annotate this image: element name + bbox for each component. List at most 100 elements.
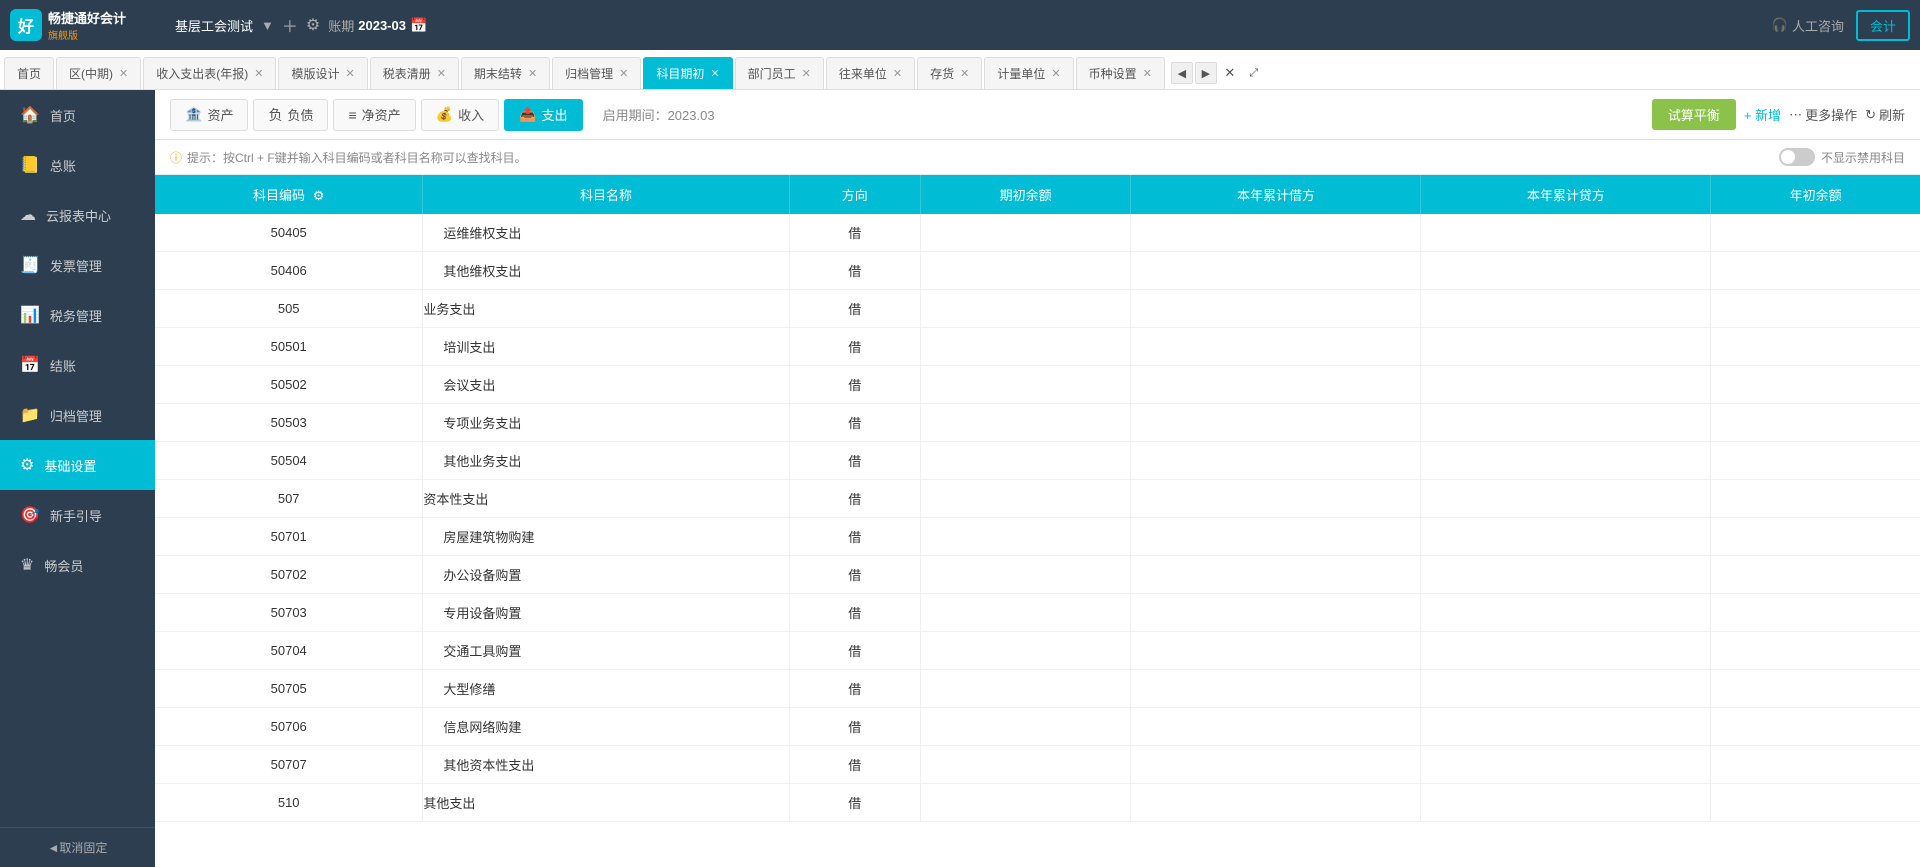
table-row[interactable]: 50503 专项业务支出 借 [155, 404, 1920, 442]
cell-ytd-debit[interactable] [1131, 214, 1421, 252]
cell-ytd-credit[interactable] [1421, 556, 1711, 594]
cell-opening[interactable] [920, 594, 1131, 632]
cell-ytd-debit[interactable] [1131, 290, 1421, 328]
table-row[interactable]: 50501 培训支出 借 [155, 328, 1920, 366]
tab-close-income-report[interactable]: ✕ [254, 67, 263, 80]
table-row[interactable]: 50705 大型修缮 借 [155, 670, 1920, 708]
cell-opening[interactable] [920, 708, 1131, 746]
tab-close-all-button[interactable]: ✕ [1219, 62, 1241, 84]
tab-template[interactable]: 模版设计 ✕ [278, 57, 367, 89]
table-row[interactable]: 50706 信息网络购建 借 [155, 708, 1920, 746]
cell-ytd-credit[interactable] [1421, 442, 1711, 480]
cell-year-begin[interactable] [1711, 670, 1920, 708]
tab-close-tax-clear[interactable]: ✕ [437, 67, 446, 80]
cell-opening[interactable] [920, 214, 1131, 252]
sub-tab-income[interactable]: 💰 收入 [421, 99, 499, 131]
tab-counterpart[interactable]: 往来单位 ✕ [826, 57, 915, 89]
tab-income-report[interactable]: 收入支出表(年报) ✕ [143, 57, 276, 89]
tab-expand-button[interactable]: ⤢ [1243, 62, 1265, 84]
cell-ytd-credit[interactable] [1421, 594, 1711, 632]
cell-ytd-debit[interactable] [1131, 252, 1421, 290]
cell-ytd-debit[interactable] [1131, 404, 1421, 442]
cell-ytd-credit[interactable] [1421, 252, 1711, 290]
cell-opening[interactable] [920, 404, 1131, 442]
cell-ytd-credit[interactable] [1421, 214, 1711, 252]
cell-opening[interactable] [920, 442, 1131, 480]
tab-close-dept-emp[interactable]: ✕ [802, 67, 811, 80]
table-row[interactable]: 50701 房屋建筑物购建 借 [155, 518, 1920, 556]
cell-year-begin[interactable] [1711, 480, 1920, 518]
tab-prev-button[interactable]: ◀ [1171, 62, 1193, 84]
cell-opening[interactable] [920, 784, 1131, 822]
cell-ytd-debit[interactable] [1131, 632, 1421, 670]
cell-ytd-debit[interactable] [1131, 670, 1421, 708]
cell-ytd-debit[interactable] [1131, 328, 1421, 366]
table-row[interactable]: 50707 其他资本性支出 借 [155, 746, 1920, 784]
tab-period-end[interactable]: 期末结转 ✕ [461, 57, 550, 89]
cell-opening[interactable] [920, 746, 1131, 784]
table-row[interactable]: 507 资本性支出 借 [155, 480, 1920, 518]
sidebar-item-invoice[interactable]: 🧾 发票管理 [0, 240, 155, 290]
workspace-dropdown-icon[interactable]: ▼ [261, 18, 274, 33]
cell-opening[interactable] [920, 632, 1131, 670]
table-row[interactable]: 50704 交通工具购置 借 [155, 632, 1920, 670]
cell-ytd-credit[interactable] [1421, 632, 1711, 670]
sidebar-item-archive[interactable]: 📁 归档管理 [0, 390, 155, 440]
cell-year-begin[interactable] [1711, 518, 1920, 556]
sidebar-collapse-button[interactable]: ◄取消固定 [0, 827, 155, 867]
settings-icon[interactable]: ⚙ [306, 15, 320, 35]
cell-year-begin[interactable] [1711, 366, 1920, 404]
tab-currency[interactable]: 币种设置 ✕ [1076, 57, 1165, 89]
sidebar-item-close[interactable]: 📅 结账 [0, 340, 155, 390]
cell-ytd-credit[interactable] [1421, 366, 1711, 404]
cell-opening[interactable] [920, 252, 1131, 290]
cell-opening[interactable] [920, 518, 1131, 556]
tab-home[interactable]: 首页 [4, 57, 54, 89]
cell-ytd-debit[interactable] [1131, 594, 1421, 632]
consult-button[interactable]: 🎧 人工咨询 [1772, 16, 1844, 35]
cell-ytd-debit[interactable] [1131, 518, 1421, 556]
cell-ytd-credit[interactable] [1421, 480, 1711, 518]
cell-ytd-credit[interactable] [1421, 290, 1711, 328]
sidebar-item-newbie[interactable]: 🎯 新手引导 [0, 490, 155, 540]
sidebar-item-tax[interactable]: 📊 税务管理 [0, 290, 155, 340]
add-workspace-icon[interactable]: ＋ [282, 13, 298, 37]
cell-year-begin[interactable] [1711, 328, 1920, 366]
cell-ytd-debit[interactable] [1131, 366, 1421, 404]
cell-ytd-debit[interactable] [1131, 746, 1421, 784]
cell-ytd-credit[interactable] [1421, 670, 1711, 708]
sub-tab-expenditure[interactable]: 📤 支出 [504, 99, 582, 131]
tab-subject-period[interactable]: 科目期初 ✕ [643, 57, 732, 89]
sidebar-item-home[interactable]: 🏠 首页 [0, 90, 155, 140]
cell-year-begin[interactable] [1711, 442, 1920, 480]
table-row[interactable]: 50502 会议支出 借 [155, 366, 1920, 404]
cell-year-begin[interactable] [1711, 290, 1920, 328]
sub-tab-asset[interactable]: 🏦 资产 [170, 99, 248, 131]
tab-archive[interactable]: 归档管理 ✕ [552, 57, 641, 89]
tab-close-bs[interactable]: ✕ [119, 67, 128, 80]
table-row[interactable]: 50406 其他维权支出 借 [155, 252, 1920, 290]
toggle-disabled-switch[interactable] [1779, 148, 1815, 166]
cell-year-begin[interactable] [1711, 746, 1920, 784]
column-settings-icon[interactable]: ⚙ [313, 188, 325, 203]
table-row[interactable]: 50703 专用设备购置 借 [155, 594, 1920, 632]
table-row[interactable]: 50702 办公设备购置 借 [155, 556, 1920, 594]
cell-ytd-debit[interactable] [1131, 556, 1421, 594]
cell-ytd-credit[interactable] [1421, 404, 1711, 442]
cell-year-begin[interactable] [1711, 632, 1920, 670]
cell-opening[interactable] [920, 670, 1131, 708]
tab-close-inventory[interactable]: ✕ [960, 67, 969, 80]
tab-close-archive[interactable]: ✕ [619, 67, 628, 80]
cell-ytd-debit[interactable] [1131, 480, 1421, 518]
toggle-disabled-area[interactable]: 不显示禁用科目 [1779, 148, 1905, 166]
sidebar-item-general[interactable]: 📒 总账 [0, 140, 155, 190]
tab-close-period-end[interactable]: ✕ [528, 67, 537, 80]
cell-ytd-debit[interactable] [1131, 708, 1421, 746]
tab-close-template[interactable]: ✕ [345, 67, 354, 80]
calendar-icon[interactable]: 📅 [410, 17, 427, 34]
tab-close-subject-period[interactable]: ✕ [710, 67, 719, 80]
cell-opening[interactable] [920, 556, 1131, 594]
account-button[interactable]: 会计 [1856, 10, 1910, 41]
cell-year-begin[interactable] [1711, 708, 1920, 746]
workspace-name[interactable]: 基层工会测试 [175, 16, 253, 35]
